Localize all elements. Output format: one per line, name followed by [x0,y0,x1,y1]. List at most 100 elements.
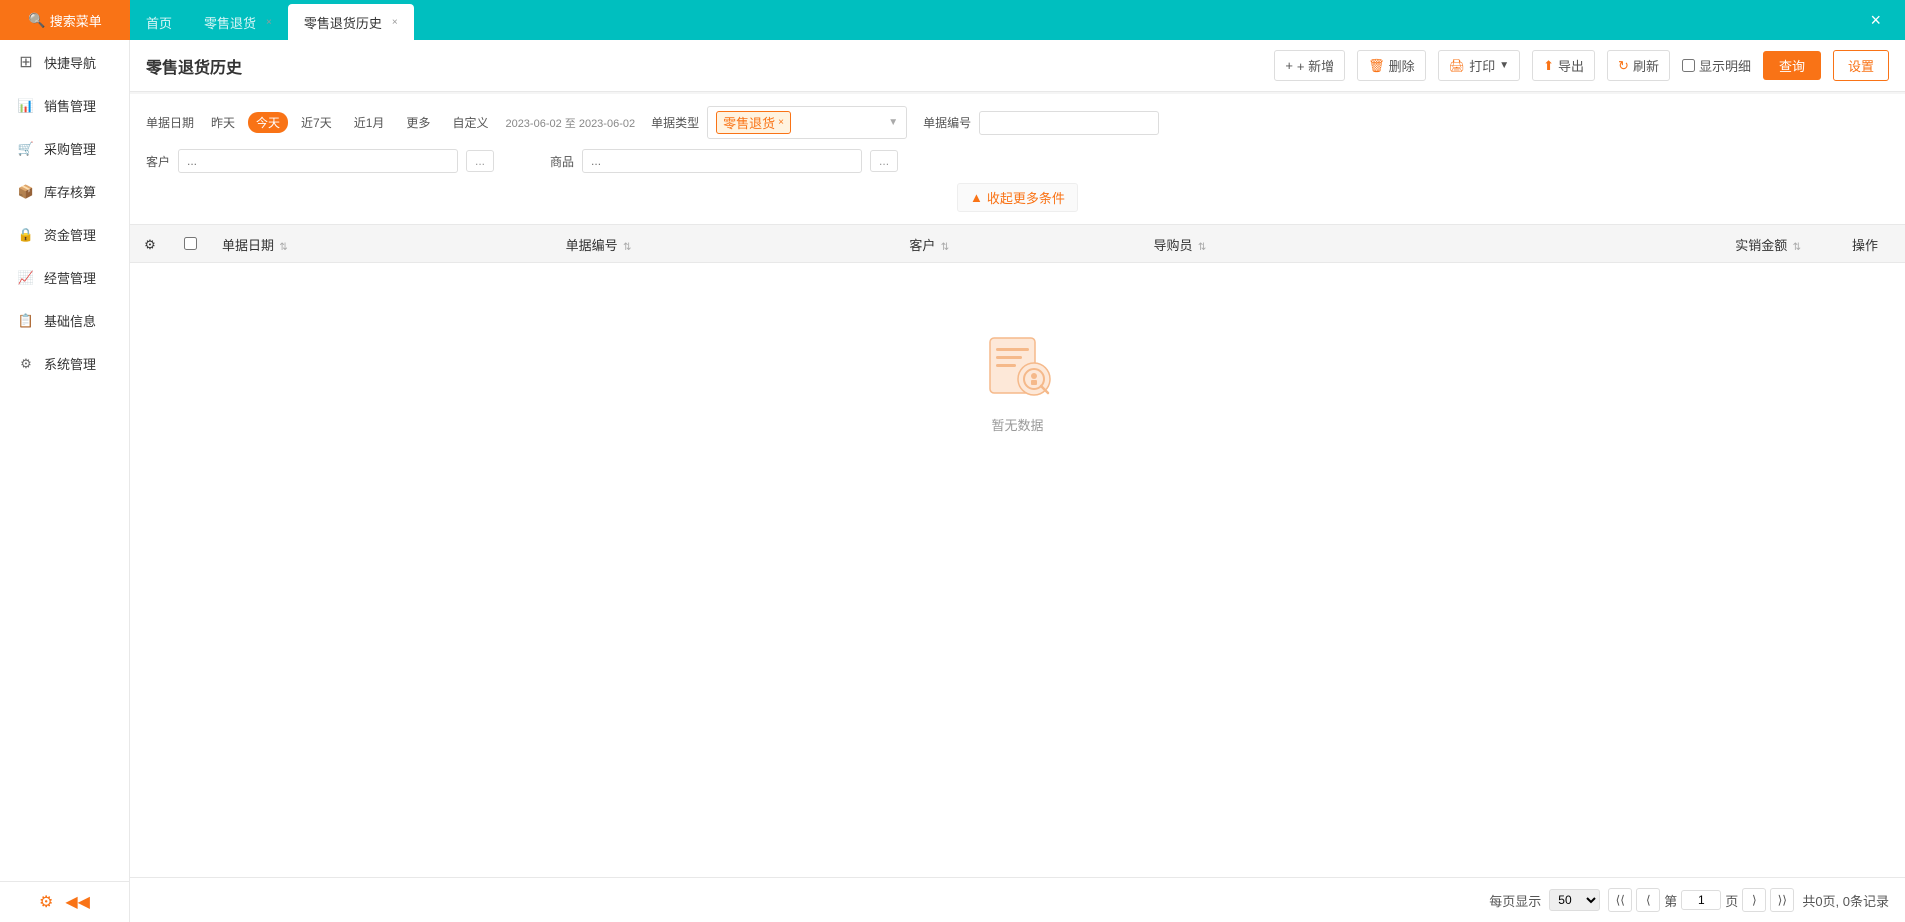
refresh-button[interactable]: ↻ 刷新 [1607,50,1670,81]
page-next-button[interactable]: ⟩ [1742,888,1766,912]
sidebar-item-sales-mgmt[interactable]: 📊 销售管理 [0,84,129,127]
export-icon: ⬆ [1543,58,1554,74]
th-settings[interactable]: ⚙ [130,227,170,263]
date-btn-custom[interactable]: 自定义 [443,111,497,134]
sidebar-settings-icon[interactable]: ⚙ [39,892,53,912]
add-button[interactable]: + + 新增 [1274,50,1345,81]
filter-row-2: 客户 ... 商品 ... [146,149,1889,173]
display-detail-checkbox[interactable] [1682,59,1695,72]
settings-button[interactable]: 设置 [1833,50,1889,81]
table-container: ⚙ 单据日期 ⇅ 单据编号 ⇅ [130,227,1905,877]
delete-icon: 🗑 [1368,58,1385,74]
tab-retail-return-history-close[interactable]: × [392,17,398,28]
refresh-label: 刷新 [1633,56,1659,75]
page-first-button[interactable]: ⟨⟨ [1608,888,1632,912]
page-unit: 页 [1725,891,1738,910]
customer-input[interactable] [178,149,458,173]
date-btn-1month[interactable]: 近1月 [345,111,394,134]
operations-mgmt-icon: 📈 [16,270,36,286]
th-operation-label: 操作 [1852,238,1878,253]
delete-button[interactable]: 🗑 删除 [1357,50,1426,81]
inventory-icon: 📦 [16,184,36,200]
print-icon: 🖨 [1449,58,1466,74]
tab-retail-return-history-label: 零售退货历史 [304,13,382,32]
display-detail-checkbox-label[interactable]: 显示明细 [1682,56,1751,75]
doc-type-tag: 零售退货 × [716,111,791,134]
sidebar-item-system-mgmt[interactable]: ⚙ 系统管理 [0,342,129,385]
window-close-button[interactable]: × [1862,10,1889,31]
tab-home-label: 首页 [146,13,172,32]
table-settings-icon[interactable]: ⚙ [144,237,156,252]
th-checkbox[interactable] [170,227,210,263]
select-all-checkbox[interactable] [184,237,197,250]
page-prev-button[interactable]: ⟨ [1636,888,1660,912]
th-doc-num[interactable]: 单据编号 ⇅ [554,227,898,263]
sidebar: ⊞ 快捷导航 📊 销售管理 🛒 采购管理 📦 库存核算 🔒 资金管理 📈 经营管… [0,40,130,922]
top-bar: 🔍 搜索菜单 首页 零售退货 × 零售退货历史 × × [0,0,1905,40]
doc-num-input[interactable] [979,111,1159,135]
date-range-display: 2023-06-02 至 2023-06-02 [505,115,635,131]
collapse-filters-button[interactable]: ▲ 收起更多条件 [957,183,1078,212]
doc-type-filter-item: 单据类型 零售退货 × ▼ [651,106,907,139]
date-btn-more[interactable]: 更多 [397,111,439,134]
customer-ellipsis-btn[interactable]: ... [466,150,494,172]
tab-retail-return-close[interactable]: × [266,17,272,28]
sidebar-item-purchase-mgmt-label: 采购管理 [44,139,96,158]
data-table: ⚙ 单据日期 ⇅ 单据编号 ⇅ [130,227,1905,494]
filter-area: 单据日期 昨天 今天 近7天 近1月 更多 自定义 2023-06-02 至 2… [130,94,1905,225]
date-filter-label: 单据日期 [146,114,194,131]
page-number-input[interactable] [1681,890,1721,910]
page-size-select[interactable]: 10 20 50 100 [1549,889,1600,911]
tab-retail-return[interactable]: 零售退货 × [188,4,288,40]
empty-state-row: 暂无数据 [130,263,1905,495]
actual-amount-sort-icon: ⇅ [1793,242,1801,253]
search-menu-label: 搜索菜单 [50,11,102,30]
doc-type-select[interactable]: 零售退货 × ▼ [707,106,907,139]
date-btn-yesterday[interactable]: 昨天 [202,111,244,134]
tab-home[interactable]: 首页 [130,4,188,40]
sidebar-item-operations-mgmt[interactable]: 📈 经营管理 [0,256,129,299]
goods-input[interactable] [582,149,862,173]
th-doc-date[interactable]: 单据日期 ⇅ [210,227,554,263]
page-last-button[interactable]: ⟩⟩ [1770,888,1794,912]
sidebar-audio-icon[interactable]: ◀◀ [65,892,90,912]
goods-filter-item: 商品 ... [550,149,898,173]
sidebar-item-inventory[interactable]: 📦 库存核算 [0,170,129,213]
search-menu-button[interactable]: 🔍 搜索菜单 [0,0,130,40]
th-doc-date-label: 单据日期 [222,238,274,253]
customer-sort-icon: ⇅ [941,242,949,253]
print-button[interactable]: 🖨 打印 ▼ [1438,50,1520,81]
page-header: 零售退货历史 + + 新增 🗑 删除 🖨 打印 ▼ ⬆ 导出 [130,40,1905,92]
th-actual-amount[interactable]: 实销金额 ⇅ [1435,227,1825,263]
empty-state-cell: 暂无数据 [130,263,1905,495]
sidebar-item-inventory-label: 库存核算 [44,182,96,201]
th-guide-label: 导购员 [1153,238,1192,253]
add-icon: + [1285,58,1293,73]
doc-type-tag-remove[interactable]: × [778,117,784,128]
export-label: 导出 [1558,56,1584,75]
add-label: + 新增 [1297,56,1334,75]
collapse-label: 收起更多条件 [987,188,1065,207]
date-btn-today[interactable]: 今天 [248,112,288,133]
delete-label: 删除 [1389,56,1415,75]
sidebar-item-quick-nav[interactable]: ⊞ 快捷导航 [0,40,129,84]
sidebar-item-finance-mgmt[interactable]: 🔒 资金管理 [0,213,129,256]
th-guide[interactable]: 导购员 ⇅ [1141,227,1435,263]
sidebar-item-purchase-mgmt[interactable]: 🛒 采购管理 [0,127,129,170]
sidebar-item-basic-info[interactable]: 📋 基础信息 [0,299,129,342]
guide-sort-icon: ⇅ [1198,242,1206,253]
filter-row-1: 单据日期 昨天 今天 近7天 近1月 更多 自定义 2023-06-02 至 2… [146,106,1889,139]
export-button[interactable]: ⬆ 导出 [1532,50,1595,81]
page-size-label: 每页显示 [1489,891,1541,910]
th-customer[interactable]: 客户 ⇅ [897,227,1141,263]
doc-type-label: 单据类型 [651,114,699,131]
tab-retail-return-label: 零售退货 [204,13,256,32]
tab-retail-return-history[interactable]: 零售退货历史 × [288,4,414,40]
query-button[interactable]: 查询 [1763,51,1821,80]
header-actions: + + 新增 🗑 删除 🖨 打印 ▼ ⬆ 导出 ↻ [1274,50,1889,81]
goods-ellipsis-btn[interactable]: ... [870,150,898,172]
date-btn-7days[interactable]: 近7天 [292,111,341,134]
print-label: 打印 [1469,56,1495,75]
sidebar-item-finance-mgmt-label: 资金管理 [44,225,96,244]
sidebar-item-operations-mgmt-label: 经营管理 [44,268,96,287]
